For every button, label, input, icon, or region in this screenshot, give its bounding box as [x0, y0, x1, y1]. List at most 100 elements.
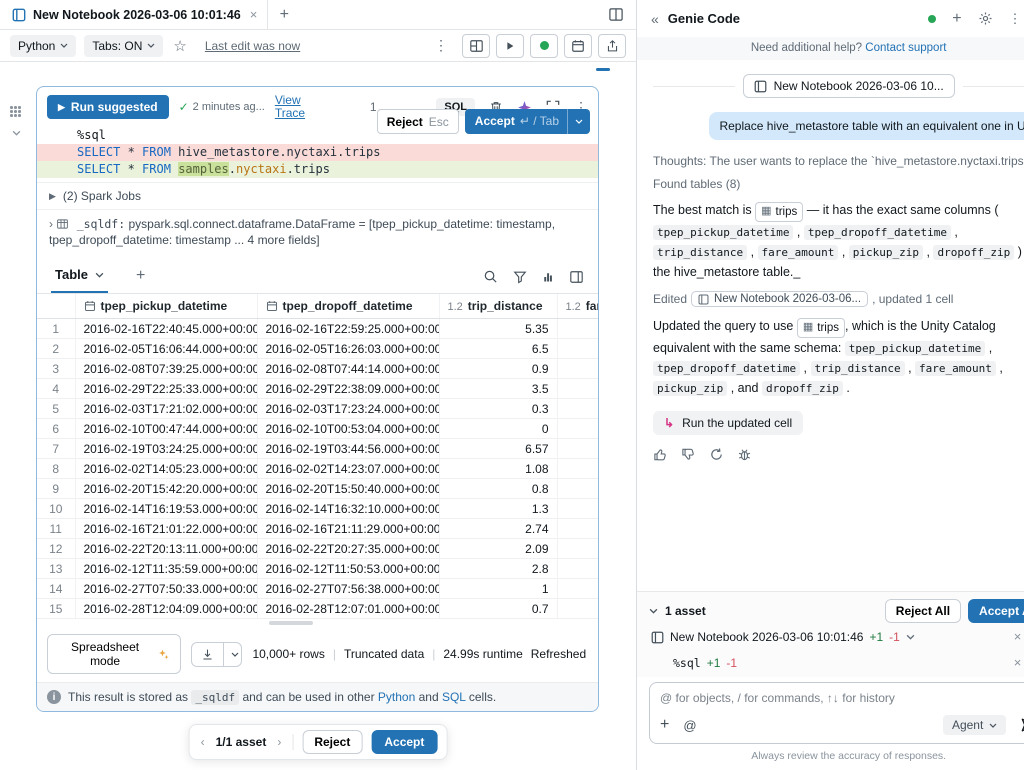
- table-cell[interactable]: [557, 559, 598, 579]
- table-row[interactable]: 42016-02-29T22:25:33.000+00:002016-02-29…: [37, 379, 598, 399]
- download-dropdown[interactable]: [224, 643, 242, 666]
- download-icon[interactable]: [192, 643, 224, 666]
- table-cell[interactable]: 2016-02-20T15:42:20.000+00:00: [75, 479, 257, 499]
- agent-mode-selector[interactable]: Agent: [943, 715, 1006, 735]
- download-button[interactable]: [191, 642, 242, 667]
- accept-dropdown[interactable]: [567, 109, 590, 134]
- table-cell[interactable]: 2016-02-16T21:01:22.000+00:00: [75, 519, 257, 539]
- table-cell[interactable]: 2016-02-12T11:35:59.000+00:00: [75, 559, 257, 579]
- view-trace-link[interactable]: View Trace: [275, 94, 315, 120]
- table-cell[interactable]: 2016-02-22T20:27:35.000+00:00: [257, 539, 439, 559]
- table-cell[interactable]: [557, 439, 598, 459]
- tab-close-icon[interactable]: ×: [250, 7, 258, 22]
- horizontal-scrollbar[interactable]: [37, 621, 598, 626]
- cell-insert-indicator[interactable]: [596, 68, 610, 71]
- table-cell[interactable]: 2.74: [439, 519, 557, 539]
- table-cell[interactable]: 2016-02-28T12:04:09.000+00:00: [75, 599, 257, 619]
- table-cell[interactable]: 14: [37, 579, 75, 599]
- table-cell[interactable]: 5: [37, 399, 75, 419]
- table-row[interactable]: 32016-02-08T07:39:25.000+00:002016-02-08…: [37, 359, 598, 379]
- table-cell[interactable]: 0.3: [439, 399, 557, 419]
- gear-icon[interactable]: [978, 11, 993, 26]
- table-cell[interactable]: 3.5: [439, 379, 557, 399]
- edited-notebook-chip[interactable]: New Notebook 2026-03-06...: [691, 291, 868, 307]
- side-panel-icon[interactable]: [569, 270, 584, 284]
- table-cell[interactable]: 2016-02-05T16:26:03.000+00:00: [257, 339, 439, 359]
- table-cell[interactable]: 2016-02-10T00:53:04.000+00:00: [257, 419, 439, 439]
- run-suggested-button[interactable]: ▶ Run suggested: [47, 95, 169, 119]
- table-cell[interactable]: 1: [439, 579, 557, 599]
- language-selector[interactable]: Python: [10, 35, 76, 57]
- chat-input[interactable]: [660, 691, 1024, 705]
- overflow-menu-icon[interactable]: ⋮: [426, 37, 456, 54]
- table-cell[interactable]: 6.57: [439, 439, 557, 459]
- table-cell[interactable]: [557, 339, 598, 359]
- accept-button[interactable]: Accept: [371, 730, 437, 754]
- collapse-chevron-icon[interactable]: [12, 130, 21, 136]
- table-row[interactable]: 102016-02-14T16:19:53.000+00:002016-02-1…: [37, 499, 598, 519]
- table-cell[interactable]: 13: [37, 559, 75, 579]
- table-cell[interactable]: 0.8: [439, 479, 557, 499]
- table-cell[interactable]: 3: [37, 359, 75, 379]
- table-cell[interactable]: 8: [37, 459, 75, 479]
- search-icon[interactable]: [483, 269, 498, 284]
- table-cell[interactable]: 2016-02-20T15:50:40.000+00:00: [257, 479, 439, 499]
- code-editor[interactable]: Reject Esc Accept ↵ / Tab: [37, 124, 598, 182]
- table-cell[interactable]: 2016-02-28T12:07:01.000+00:00: [257, 599, 439, 619]
- table-cell[interactable]: 2016-02-08T07:44:14.000+00:00: [257, 359, 439, 379]
- new-tab-button[interactable]: +: [268, 0, 300, 29]
- table-cell[interactable]: 2016-02-03T17:23:24.000+00:00: [257, 399, 439, 419]
- next-asset-icon[interactable]: ›: [275, 735, 283, 749]
- table-cell[interactable]: 0.7: [439, 599, 557, 619]
- table-cell[interactable]: [557, 479, 598, 499]
- table-cell[interactable]: [557, 499, 598, 519]
- table-cell[interactable]: 1: [37, 319, 75, 339]
- thumbs-down-icon[interactable]: [681, 447, 696, 462]
- table-cell[interactable]: [557, 519, 598, 539]
- table-cell[interactable]: 11: [37, 519, 75, 539]
- table-cell[interactable]: 2016-02-19T03:24:25.000+00:00: [75, 439, 257, 459]
- tab-table[interactable]: Table: [51, 258, 108, 293]
- attach-plus-icon[interactable]: +: [660, 716, 669, 734]
- table-cell[interactable]: 2016-02-14T16:19:53.000+00:00: [75, 499, 257, 519]
- table-row[interactable]: 112016-02-16T21:01:22.000+00:002016-02-1…: [37, 519, 598, 539]
- chevron-down-icon[interactable]: [906, 634, 915, 640]
- reject-button[interactable]: Reject: [302, 730, 362, 754]
- table-cell[interactable]: [557, 579, 598, 599]
- run-all-button[interactable]: [496, 34, 524, 58]
- table-row[interactable]: 132016-02-12T11:35:59.000+00:002016-02-1…: [37, 559, 598, 579]
- found-tables-line[interactable]: Found tables (8): [653, 177, 1024, 191]
- asset-row-notebook[interactable]: New Notebook 2026-03-06 10:01:46 +1 -1 ×…: [649, 623, 1024, 649]
- contact-support-link[interactable]: Contact support: [865, 42, 946, 54]
- table-cell[interactable]: 2016-02-12T11:50:53.000+00:00: [257, 559, 439, 579]
- accept-diff-button[interactable]: Accept ↵ / Tab: [465, 109, 590, 134]
- thoughts-line[interactable]: Thoughts: The user wants to replace the …: [653, 154, 1024, 168]
- table-cell[interactable]: 1.08: [439, 459, 557, 479]
- table-cell[interactable]: 0.9: [439, 359, 557, 379]
- asset-row-cell[interactable]: %sql +1 -1 × ✓: [649, 649, 1024, 675]
- filter-icon[interactable]: [513, 270, 527, 284]
- send-icon[interactable]: [1020, 717, 1024, 733]
- table-cell[interactable]: [557, 459, 598, 479]
- table-cell[interactable]: 0: [439, 419, 557, 439]
- reject-asset-icon[interactable]: ×: [1014, 629, 1022, 645]
- layout-grid-button[interactable]: [462, 34, 490, 58]
- column-header[interactable]: 1.2fare_amount: [557, 294, 598, 319]
- notebook-tab[interactable]: New Notebook 2026-03-06 10:01:46 ×: [0, 0, 268, 29]
- table-cell[interactable]: 2016-02-16T22:59:25.000+00:00: [257, 319, 439, 339]
- collapse-panel-icon[interactable]: «: [651, 11, 659, 27]
- column-header[interactable]: tpep_dropoff_datetime: [257, 294, 439, 319]
- table-cell[interactable]: 2016-02-16T21:11:29.000+00:00: [257, 519, 439, 539]
- table-cell[interactable]: 2016-02-03T17:21:02.000+00:00: [75, 399, 257, 419]
- chevron-down-icon[interactable]: [649, 608, 658, 614]
- table-cell[interactable]: 2016-02-27T07:50:33.000+00:00: [75, 579, 257, 599]
- thumbs-up-icon[interactable]: [653, 447, 668, 462]
- column-profile-icon[interactable]: [542, 270, 554, 284]
- table-cell[interactable]: 2016-02-19T03:44:56.000+00:00: [257, 439, 439, 459]
- table-cell[interactable]: 2016-02-27T07:56:38.000+00:00: [257, 579, 439, 599]
- table-row[interactable]: 82016-02-02T14:05:23.000+00:002016-02-02…: [37, 459, 598, 479]
- table-cell[interactable]: [557, 359, 598, 379]
- table-cell[interactable]: 2.8: [439, 559, 557, 579]
- accept-all-button[interactable]: Accept All: [968, 599, 1024, 623]
- context-notebook-chip[interactable]: New Notebook 2026-03-06 10...: [743, 74, 955, 98]
